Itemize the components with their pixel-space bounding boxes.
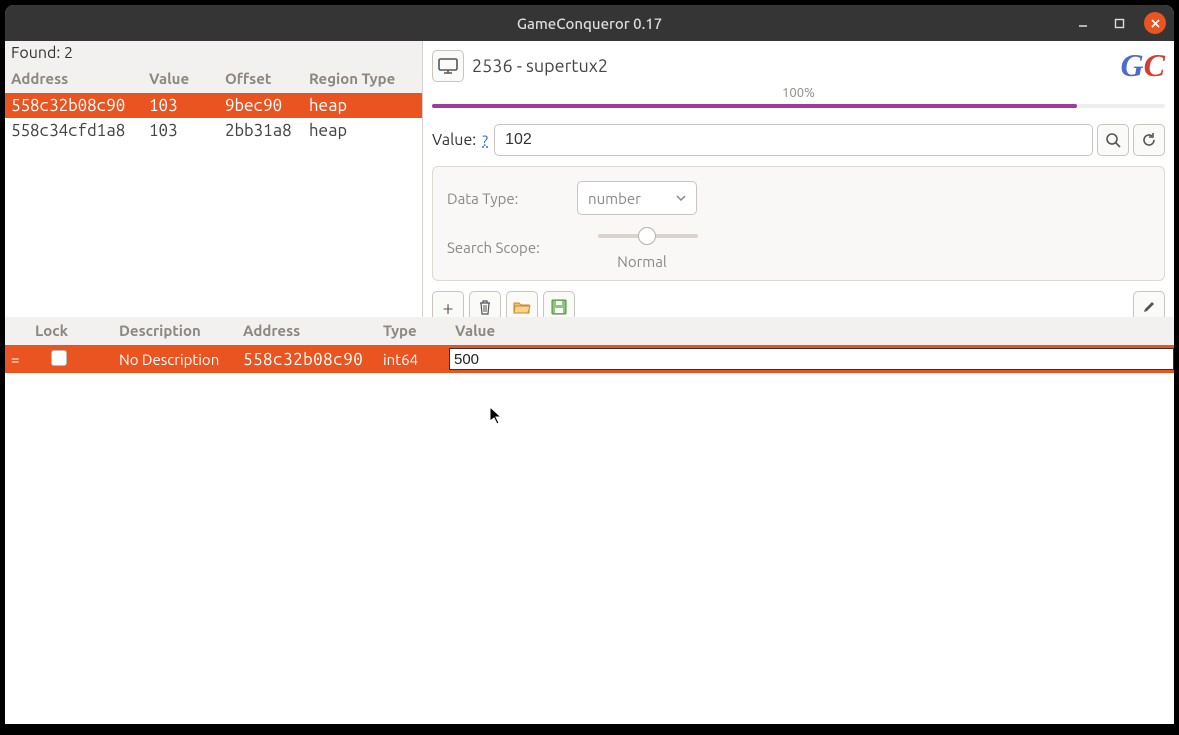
minimize-button[interactable] [1072,12,1094,34]
app-window: GameConqueror 0.17 Found: 2 Address Valu… [5,5,1174,724]
empty-area [5,373,1174,724]
search-icon [1105,132,1121,148]
window-title: GameConqueror 0.17 [517,15,662,32]
col-lock[interactable]: Lock [29,320,113,341]
data-type-select[interactable]: number [577,181,697,215]
select-process-button[interactable] [432,50,464,82]
cell-region: heap [305,119,422,142]
data-type-label: Data Type: [447,190,577,207]
col-region[interactable]: Region Type [305,68,422,89]
save-icon [551,299,567,315]
value-edit-input[interactable] [449,348,1174,370]
progress-percent: 100% [432,86,1165,100]
search-panel: 2536 - supertux2 GC 100% Value: ? [423,41,1174,317]
found-count: Found: 2 [5,41,422,65]
result-row[interactable]: 558c34cfd1a8 103 2bb31a8 heap [5,118,422,143]
data-type-value: number [588,190,641,207]
trash-icon [478,299,492,315]
progress-fill [432,104,1077,108]
cell-value: 103 [145,119,221,142]
col-value[interactable]: Value [145,68,221,89]
lock-checkbox[interactable] [51,350,67,366]
cell-description: No Description [113,349,237,370]
result-row[interactable]: 558c32b08c90 103 9bec90 heap [5,93,422,118]
maximize-button[interactable] [1108,12,1130,34]
refresh-icon [1141,132,1157,148]
options-panel: Data Type: number Search Scope: Normal [432,166,1165,281]
chevron-down-icon [676,195,686,201]
cell-lock[interactable] [29,348,113,371]
col-value[interactable]: Value [449,320,1174,341]
cell-eq: = [5,349,29,370]
cell-offset: 9bec90 [221,94,305,117]
cell-type: int64 [377,349,449,370]
cell-value: 103 [145,94,221,117]
search-scope-control: Normal [577,225,707,270]
results-panel: Found: 2 Address Value Offset Region Typ… [5,41,423,317]
col-type[interactable]: Type [377,320,449,341]
col-description[interactable]: Description [113,320,237,341]
cell-address: 558c32b08c90 [237,348,377,371]
cheat-row[interactable]: = No Description 558c32b08c90 int64 [5,345,1174,373]
value-input[interactable] [494,124,1093,156]
cell-address: 558c32b08c90 [5,94,145,117]
help-icon[interactable]: ? [480,132,490,149]
top-pane: Found: 2 Address Value Offset Region Typ… [5,41,1174,317]
search-scope-label: Search Scope: [447,239,577,256]
process-row: 2536 - supertux2 GC [432,47,1165,84]
titlebar: GameConqueror 0.17 [5,5,1174,41]
search-scope-slider[interactable] [598,225,698,255]
close-button[interactable] [1144,12,1166,34]
process-label: 2536 - supertux2 [472,56,608,76]
app-logo: GC [1121,47,1165,84]
logo-g: G [1121,47,1144,83]
progress-bar: 100% [432,104,1165,108]
window-controls [1072,5,1166,41]
col-address[interactable]: Address [237,320,377,341]
pencil-icon [1142,300,1156,314]
cell-offset: 2bb31a8 [221,119,305,142]
monitor-icon [438,58,458,74]
cell-address: 558c34cfd1a8 [5,119,145,142]
cell-region: heap [305,94,422,117]
value-label: Value: [432,131,476,149]
results-header: Address Value Offset Region Type [5,65,422,93]
refresh-button[interactable] [1133,124,1165,156]
folder-open-icon [513,300,531,314]
col-address[interactable]: Address [5,68,145,89]
window-body: Found: 2 Address Value Offset Region Typ… [5,41,1174,724]
cheat-header: Lock Description Address Type Value [5,317,1174,345]
search-button[interactable] [1097,124,1129,156]
search-scope-value: Normal [617,253,667,270]
col-offset[interactable]: Offset [221,68,305,89]
value-row: Value: ? [432,124,1165,156]
cell-value[interactable] [449,348,1174,370]
logo-c: C [1144,47,1165,83]
